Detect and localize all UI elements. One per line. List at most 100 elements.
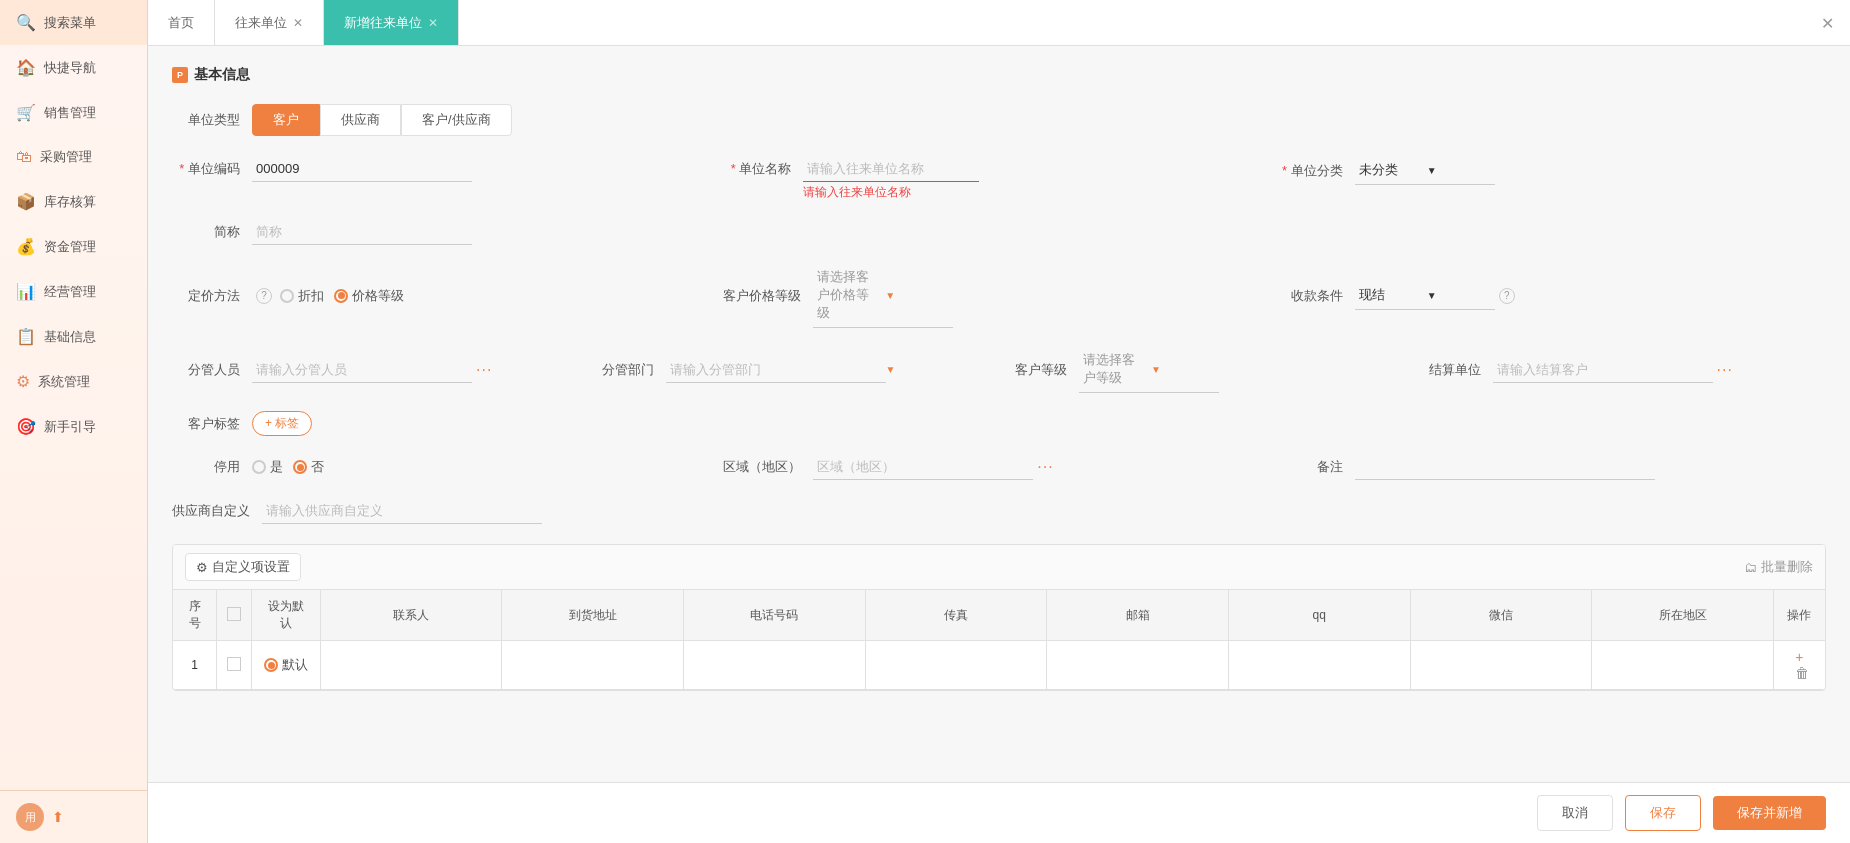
manager-more-btn[interactable]: ··· bbox=[472, 361, 496, 379]
window-close-button[interactable]: ✕ bbox=[1821, 13, 1834, 32]
short-name-input[interactable] bbox=[252, 219, 472, 245]
row-address-input[interactable] bbox=[512, 658, 673, 673]
add-row-button[interactable]: + bbox=[1795, 649, 1803, 665]
sidebar-label-guide: 新手引导 bbox=[44, 418, 96, 436]
add-tag-button[interactable]: + 标签 bbox=[252, 411, 312, 436]
region-input[interactable] bbox=[813, 454, 1033, 480]
row-default-radio[interactable]: 默认 bbox=[262, 656, 309, 674]
department-input[interactable] bbox=[666, 357, 886, 383]
sidebar-item-basics[interactable]: 📋 基础信息 bbox=[0, 314, 147, 359]
row-email-input[interactable] bbox=[1057, 658, 1218, 673]
form-row-6: 停用 是 否 区域（地区） ··· 备注 bbox=[172, 454, 1826, 480]
section-icon: P bbox=[172, 67, 188, 83]
row-select-checkbox[interactable] bbox=[227, 657, 241, 671]
row-phone[interactable] bbox=[683, 641, 865, 690]
home-icon: 🏠 bbox=[16, 58, 36, 77]
tab-counterparty[interactable]: 往来单位 ✕ bbox=[215, 0, 324, 45]
row-region-input[interactable] bbox=[1602, 658, 1763, 673]
sidebar-item-inventory[interactable]: 📦 库存核算 bbox=[0, 179, 147, 224]
region-more-btn[interactable]: ··· bbox=[1033, 458, 1057, 476]
settlement-unit-input[interactable] bbox=[1493, 357, 1713, 383]
row-wechat-input[interactable] bbox=[1421, 658, 1582, 673]
notes-input[interactable] bbox=[1355, 454, 1655, 480]
row-phone-input[interactable] bbox=[694, 658, 855, 673]
radio-discount[interactable]: 折扣 bbox=[280, 287, 324, 305]
col-default: 设为默认 bbox=[252, 590, 320, 641]
unit-type-both[interactable]: 客户/供应商 bbox=[401, 104, 512, 136]
col-region: 所在地区 bbox=[1592, 590, 1774, 641]
sidebar-label-system: 系统管理 bbox=[38, 373, 90, 391]
pricing-help-icon[interactable]: ? bbox=[256, 288, 272, 304]
sidebar-item-operations[interactable]: 📊 经营管理 bbox=[0, 269, 147, 314]
radio-no-label: 否 bbox=[311, 458, 324, 476]
radio-grade[interactable]: 价格等级 bbox=[334, 287, 404, 305]
batch-delete-button[interactable]: 🗂 批量删除 bbox=[1744, 558, 1813, 576]
customer-price-select[interactable]: 请选择客户价格等级 ▼ bbox=[813, 263, 953, 328]
pricing-method-label: 定价方法 bbox=[172, 287, 252, 305]
search-icon: 🔍 bbox=[16, 13, 36, 32]
unit-name-input[interactable] bbox=[803, 156, 979, 182]
sidebar-item-quicknav[interactable]: 🏠 快捷导航 bbox=[0, 45, 147, 90]
tab-home-label: 首页 bbox=[168, 14, 194, 32]
row-default-label: 默认 bbox=[282, 656, 308, 674]
row-default-circle bbox=[264, 658, 278, 672]
unit-category-field: 单位分类 未分类 ▼ bbox=[1275, 156, 1826, 185]
batch-delete-icon: 🗂 bbox=[1744, 560, 1757, 575]
tab-home[interactable]: 首页 bbox=[148, 0, 215, 45]
row-contact-input[interactable] bbox=[331, 658, 492, 673]
row-qq[interactable] bbox=[1228, 641, 1410, 690]
sidebar-item-guide[interactable]: 🎯 新手引导 bbox=[0, 404, 147, 449]
payment-condition-arrow: ▼ bbox=[1427, 290, 1491, 301]
sidebar-item-sales[interactable]: 🛒 销售管理 bbox=[0, 90, 147, 135]
settings-icon: ⚙ bbox=[196, 560, 208, 575]
short-name-field: 简称 bbox=[172, 219, 1826, 245]
row-email[interactable] bbox=[1047, 641, 1229, 690]
row-fax[interactable] bbox=[865, 641, 1047, 690]
pricing-method-field: 定价方法 ? 折扣 价格等级 bbox=[172, 287, 723, 305]
tab-new-counterparty-close[interactable]: ✕ bbox=[428, 16, 438, 30]
save-and-new-button[interactable]: 保存并新增 bbox=[1713, 796, 1826, 830]
row-contact[interactable] bbox=[320, 641, 502, 690]
settings-button[interactable]: ⚙ 自定义项设置 bbox=[185, 553, 301, 581]
unit-name-error: 请输入往来单位名称 bbox=[803, 184, 911, 201]
table-row: 1 默认 bbox=[173, 641, 1825, 690]
disabled-label: 停用 bbox=[172, 458, 252, 476]
sidebar-item-search[interactable]: 🔍 搜索菜单 bbox=[0, 0, 147, 45]
radio-disabled-yes[interactable]: 是 bbox=[252, 458, 283, 476]
form-area: P 基本信息 单位类型 客户 供应商 客户/供应商 单位编码 单位名称 请输入往… bbox=[148, 46, 1850, 782]
settlement-unit-more-btn[interactable]: ··· bbox=[1713, 361, 1737, 379]
unit-code-input[interactable] bbox=[252, 156, 472, 182]
row-qq-input[interactable] bbox=[1239, 658, 1400, 673]
customer-level-select[interactable]: 请选择客户等级 ▼ bbox=[1079, 346, 1219, 393]
payment-help-icon[interactable]: ? bbox=[1499, 288, 1515, 304]
manager-input[interactable] bbox=[252, 357, 472, 383]
sidebar-item-system[interactable]: ⚙ 系统管理 bbox=[0, 359, 147, 404]
settings-btn-label: 自定义项设置 bbox=[212, 558, 290, 576]
row-wechat[interactable] bbox=[1410, 641, 1592, 690]
payment-condition-select[interactable]: 现结 ▼ bbox=[1355, 281, 1495, 310]
radio-discount-label: 折扣 bbox=[298, 287, 324, 305]
tab-counterparty-close[interactable]: ✕ bbox=[293, 16, 303, 30]
row-region[interactable] bbox=[1592, 641, 1774, 690]
row-address[interactable] bbox=[502, 641, 684, 690]
row-fax-input[interactable] bbox=[876, 658, 1037, 673]
sidebar-item-finance[interactable]: 💰 资金管理 bbox=[0, 224, 147, 269]
cancel-button[interactable]: 取消 bbox=[1537, 795, 1613, 831]
supplier-custom-input[interactable] bbox=[262, 498, 542, 524]
sidebar-item-purchase[interactable]: 🛍 采购管理 bbox=[0, 135, 147, 179]
row-checkbox bbox=[217, 641, 252, 690]
unit-category-select[interactable]: 未分类 ▼ bbox=[1355, 156, 1495, 185]
tab-new-counterparty[interactable]: 新增往来单位 ✕ bbox=[324, 0, 459, 45]
region-label: 区域（地区） bbox=[723, 458, 813, 476]
save-button[interactable]: 保存 bbox=[1625, 795, 1701, 831]
radio-grade-circle bbox=[334, 289, 348, 303]
unit-type-supplier[interactable]: 供应商 bbox=[320, 104, 401, 136]
radio-disabled-no[interactable]: 否 bbox=[293, 458, 324, 476]
select-all-checkbox[interactable] bbox=[227, 607, 241, 621]
purchase-icon: 🛍 bbox=[16, 148, 32, 166]
payment-condition-label: 收款条件 bbox=[1275, 287, 1355, 305]
unit-type-customer[interactable]: 客户 bbox=[252, 104, 320, 136]
delete-row-button[interactable]: 🗑 bbox=[1795, 665, 1809, 681]
main-content: 首页 往来单位 ✕ 新增往来单位 ✕ ✕ P 基本信息 单位类型 客户 供应商 … bbox=[148, 0, 1850, 843]
form-row-3: 定价方法 ? 折扣 价格等级 客户价格等级 请选择客户价格等级 bbox=[172, 263, 1826, 328]
